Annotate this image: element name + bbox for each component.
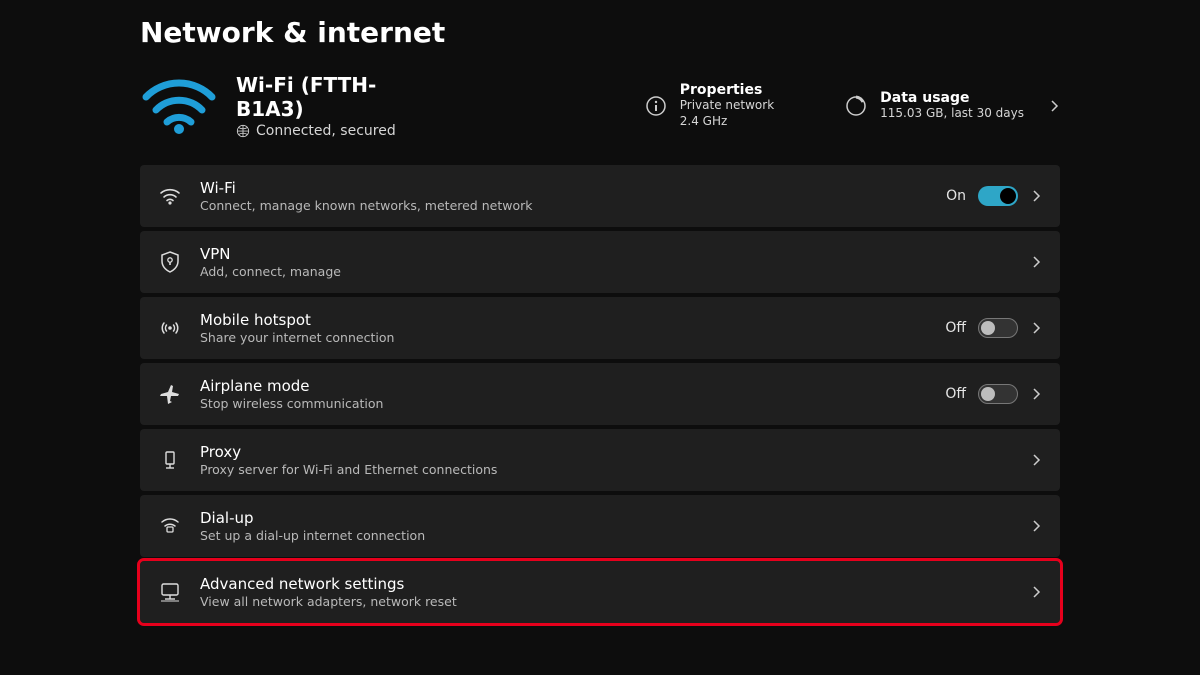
row-sub: Proxy server for Wi-Fi and Ethernet conn…	[200, 462, 497, 477]
row-airplane[interactable]: Airplane mode Stop wireless communicatio…	[140, 363, 1060, 425]
chevron-right-icon	[1030, 520, 1042, 532]
row-title: Proxy	[200, 443, 497, 461]
chevron-right-icon	[1030, 454, 1042, 466]
properties-sub1: Private network	[680, 98, 774, 114]
row-sub: Set up a dial-up internet connection	[200, 528, 425, 543]
data-usage-sub: 115.03 GB, last 30 days	[880, 106, 1024, 122]
row-title: Airplane mode	[200, 377, 383, 395]
info-icon	[644, 94, 668, 118]
connection-status: Connected, secured	[256, 123, 396, 139]
page-title: Network & internet	[140, 16, 1060, 49]
row-dialup[interactable]: Dial-up Set up a dial-up internet connec…	[140, 495, 1060, 557]
adapter-icon	[158, 582, 182, 602]
wifi-signal-icon	[140, 77, 218, 135]
chevron-right-icon	[1030, 388, 1042, 400]
chevron-right-icon	[1030, 586, 1042, 598]
row-proxy[interactable]: Proxy Proxy server for Wi-Fi and Etherne…	[140, 429, 1060, 491]
row-title: Advanced network settings	[200, 575, 457, 593]
properties-title: Properties	[680, 82, 774, 98]
row-title: Mobile hotspot	[200, 311, 394, 329]
airplane-icon	[158, 383, 182, 405]
data-usage-tile[interactable]: Data usage 115.03 GB, last 30 days	[844, 90, 1060, 122]
data-usage-title: Data usage	[880, 90, 1024, 106]
hotspot-state-label: Off	[945, 320, 966, 336]
row-sub: View all network adapters, network reset	[200, 594, 457, 609]
data-usage-icon	[844, 94, 868, 118]
row-title: Dial-up	[200, 509, 425, 527]
properties-tile[interactable]: Properties Private network 2.4 GHz	[644, 82, 774, 129]
hotspot-toggle[interactable]	[978, 318, 1018, 338]
chevron-right-icon	[1030, 322, 1042, 334]
hotspot-icon	[158, 317, 182, 339]
chevron-right-icon	[1030, 256, 1042, 268]
row-sub: Connect, manage known networks, metered …	[200, 198, 532, 213]
row-title: Wi-Fi	[200, 179, 532, 197]
row-vpn[interactable]: VPN Add, connect, manage	[140, 231, 1060, 293]
row-sub: Stop wireless communication	[200, 396, 383, 411]
wifi-icon	[158, 187, 182, 205]
airplane-state-label: Off	[945, 386, 966, 402]
proxy-icon	[158, 449, 182, 471]
globe-icon	[236, 124, 250, 138]
status-row: Wi-Fi (FTTH-B1A3) Connected, secured Pro…	[140, 73, 1060, 139]
vpn-shield-icon	[158, 251, 182, 273]
settings-list: Wi-Fi Connect, manage known networks, me…	[140, 165, 1060, 623]
wifi-toggle[interactable]	[978, 186, 1018, 206]
row-advanced[interactable]: Advanced network settings View all netwo…	[140, 561, 1060, 623]
chevron-right-icon	[1030, 190, 1042, 202]
row-hotspot[interactable]: Mobile hotspot Share your internet conne…	[140, 297, 1060, 359]
airplane-toggle[interactable]	[978, 384, 1018, 404]
wifi-state-label: On	[946, 188, 966, 204]
row-sub: Add, connect, manage	[200, 264, 341, 279]
properties-sub2: 2.4 GHz	[680, 114, 774, 130]
row-sub: Share your internet connection	[200, 330, 394, 345]
row-title: VPN	[200, 245, 341, 263]
ssid-label: Wi-Fi (FTTH-B1A3)	[236, 73, 440, 121]
row-wifi[interactable]: Wi-Fi Connect, manage known networks, me…	[140, 165, 1060, 227]
chevron-right-icon	[1048, 100, 1060, 112]
dialup-icon	[158, 517, 182, 535]
